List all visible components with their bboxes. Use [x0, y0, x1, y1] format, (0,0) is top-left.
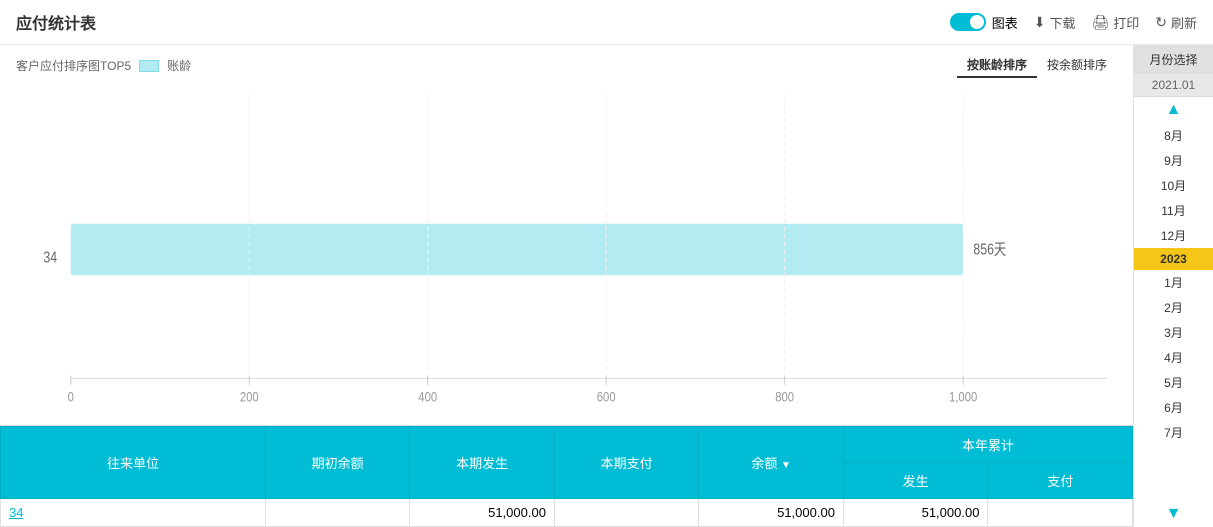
sidebar-month-item[interactable]: 12月: [1134, 223, 1213, 248]
sidebar-month-item[interactable]: 10月: [1134, 173, 1213, 198]
sidebar-month-item[interactable]: 1月: [1134, 270, 1213, 295]
sidebar-month-item[interactable]: 9月: [1134, 148, 1213, 173]
toggle-label: 图表: [992, 13, 1018, 32]
sidebar-month-item[interactable]: 4月: [1134, 345, 1213, 370]
bar-chart-container: 34 856天 0 200 400 600: [0, 82, 1133, 425]
svg-text:0: 0: [68, 388, 74, 405]
cell-ytd-pay: [988, 499, 1133, 527]
cell-current: 51,000.00: [410, 499, 555, 527]
svg-text:856天: 856天: [973, 240, 1006, 258]
print-label: 打印: [1113, 13, 1139, 32]
chart-legend: 客户应付排序图TOP5 账龄: [16, 57, 191, 74]
sidebar-month-item[interactable]: 6月: [1134, 395, 1213, 420]
chart-toggle-wrap[interactable]: 图表: [950, 13, 1018, 32]
unit-link[interactable]: 34: [9, 505, 23, 520]
chart-toggle[interactable]: [950, 13, 986, 31]
cell-unit: 34: [1, 499, 266, 527]
page-title: 应付统计表: [16, 10, 96, 34]
sidebar-month-item[interactable]: 7月: [1134, 420, 1213, 445]
download-button[interactable]: ⬇ 下载: [1034, 13, 1076, 32]
download-label: 下载: [1049, 13, 1075, 32]
sidebar: 月份选择 2021.01 ▲ 8月9月10月11月12月20231月2月3月4月…: [1133, 45, 1213, 527]
refresh-icon: ↻: [1155, 14, 1167, 31]
cell-opening: [265, 499, 410, 527]
legend-box-label: 账龄: [167, 57, 191, 74]
sidebar-month-item[interactable]: 5月: [1134, 370, 1213, 395]
sort-by-balance-button[interactable]: 按余额排序: [1037, 53, 1117, 78]
table-area: 往来单位 期初余额 本期发生 本期支付 余额 ▼ 本年累计 发生: [0, 425, 1133, 527]
sort-by-age-button[interactable]: 按账龄排序: [957, 53, 1037, 78]
col-ytd-occ-header: 发生: [843, 463, 988, 499]
balance-sort-icon: ▼: [781, 460, 791, 471]
chart-svg: 34 856天 0 200 400 600: [40, 82, 1117, 417]
print-icon: 🖨: [1091, 14, 1109, 31]
sidebar-header: 月份选择: [1134, 45, 1213, 74]
col-ytd-header: 本年累计: [843, 427, 1132, 463]
sidebar-up-button[interactable]: ▲: [1134, 97, 1213, 123]
data-table: 往来单位 期初余额 本期发生 本期支付 余额 ▼ 本年累计 发生: [0, 426, 1133, 527]
sidebar-month-item[interactable]: 3月: [1134, 320, 1213, 345]
chart-sort-buttons: 按账龄排序 按余额排序: [957, 53, 1117, 78]
cell-ytd-occ: 51,000.00: [843, 499, 988, 527]
sidebar-month-item[interactable]: 8月: [1134, 123, 1213, 148]
svg-text:34: 34: [43, 248, 57, 266]
sidebar-month-item[interactable]: 2月: [1134, 295, 1213, 320]
legend-box: [139, 60, 159, 72]
sidebar-month-item[interactable]: 2023: [1134, 248, 1213, 270]
svg-text:200: 200: [240, 388, 259, 405]
sidebar-months: 8月9月10月11月12月20231月2月3月4月5月6月7月: [1134, 123, 1213, 501]
refresh-button[interactable]: ↻ 刷新: [1155, 13, 1197, 32]
col-balance-header: 余额 ▼: [699, 427, 844, 499]
svg-text:1,000: 1,000: [949, 388, 977, 405]
col-opening-header: 期初余额: [265, 427, 410, 499]
col-current-header: 本期发生: [410, 427, 555, 499]
svg-text:800: 800: [775, 388, 794, 405]
chart-area: 客户应付排序图TOP5 账龄 按账龄排序 按余额排序 34 856天: [0, 45, 1133, 527]
col-payment-header: 本期支付: [554, 427, 699, 499]
col-unit-header: 往来单位: [1, 427, 266, 499]
content-wrap: 客户应付排序图TOP5 账龄 按账龄排序 按余额排序 34 856天: [0, 45, 1213, 527]
chart-header: 客户应付排序图TOP5 账龄 按账龄排序 按余额排序: [0, 45, 1133, 82]
table-row: 34 51,000.00 51,000.00 51,000.00: [1, 499, 1133, 527]
sidebar-year-label: 2021.01: [1134, 74, 1213, 97]
svg-text:400: 400: [418, 388, 437, 405]
download-icon: ⬇: [1034, 14, 1046, 31]
legend-text: 客户应付排序图TOP5: [16, 57, 131, 74]
cell-payment: [554, 499, 699, 527]
sidebar-down-button[interactable]: ▼: [1134, 501, 1213, 527]
print-button[interactable]: 🖨 打印: [1091, 13, 1139, 32]
refresh-label: 刷新: [1171, 13, 1197, 32]
sidebar-month-item[interactable]: 11月: [1134, 198, 1213, 223]
svg-text:600: 600: [597, 388, 616, 405]
cell-balance: 51,000.00: [699, 499, 844, 527]
header: 应付统计表 图表 ⬇ 下载 🖨 打印 ↻ 刷新: [0, 0, 1213, 45]
header-actions: 图表 ⬇ 下载 🖨 打印 ↻ 刷新: [950, 13, 1197, 32]
col-ytd-pay-header: 支付: [988, 463, 1133, 499]
